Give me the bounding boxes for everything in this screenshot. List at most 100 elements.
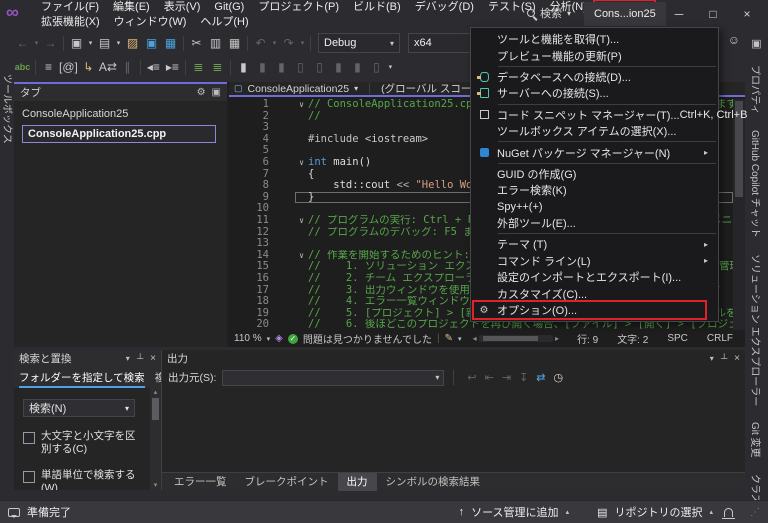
- bottom-panel-tab[interactable]: エラー一覧: [165, 473, 236, 491]
- minimize-button[interactable]: ─: [662, 0, 696, 27]
- side-tab[interactable]: Git 変更: [749, 422, 764, 458]
- uncomment-icon[interactable]: ≣: [208, 57, 227, 78]
- side-tab[interactable]: ソリューション エクスプローラー: [749, 254, 764, 406]
- copy-icon[interactable]: ▥: [206, 33, 225, 54]
- menu-item-get-tools[interactable]: ツールと機能を取得(T)...: [471, 31, 718, 47]
- fold-collapse-icon[interactable]: ∨: [295, 99, 308, 111]
- scrollbar-thumb[interactable]: [482, 336, 538, 341]
- close-icon[interactable]: ×: [734, 353, 740, 364]
- pin-icon[interactable]: ┬: [721, 354, 727, 364]
- add-new-item-dropdown[interactable]: ▾: [114, 33, 123, 54]
- menubar-item[interactable]: デバッグ(D): [408, 0, 481, 15]
- menu-item-preview-features[interactable]: プレビュー機能の更新(P): [471, 47, 718, 63]
- prev-message-icon[interactable]: ⇤: [485, 371, 494, 384]
- undo-dropdown[interactable]: ▾: [270, 33, 279, 54]
- wrap-output-icon[interactable]: ↩: [467, 371, 476, 384]
- toggle-bookmark-icon[interactable]: ▮: [234, 57, 253, 78]
- redo-icon[interactable]: ↷: [279, 33, 298, 54]
- zoom-level-dropdown[interactable]: 110 %: [234, 333, 262, 344]
- menubar-item[interactable]: 拡張機能(X): [34, 15, 107, 30]
- maximize-button[interactable]: □: [696, 0, 730, 27]
- tab-find-in-files[interactable]: フォルダーを指定して検索: [19, 370, 145, 388]
- find-what-dropdown[interactable]: 検索(N) ▾: [23, 399, 135, 417]
- menu-item-create-guid[interactable]: GUID の作成(G): [471, 166, 718, 182]
- add-new-item-icon[interactable]: ▤: [95, 33, 114, 54]
- find-panel-scrollbar[interactable]: ▴ ▾: [150, 388, 161, 490]
- side-tab[interactable]: GitHub Copilot チャット: [749, 130, 764, 238]
- menu-item-spy-plus-plus[interactable]: Spy++(+): [471, 199, 718, 215]
- menu-item-choose-toolbox-items[interactable]: ツールボックス アイテムの選択(X)...: [471, 123, 718, 139]
- menu-item-theme[interactable]: テーマ (T) ▸: [471, 236, 718, 252]
- bottom-panel-tab[interactable]: ブレークポイント: [236, 473, 338, 491]
- fold-collapse-icon[interactable]: ∨: [295, 157, 308, 169]
- redo-dropdown[interactable]: ▾: [298, 33, 307, 54]
- paste-icon[interactable]: ▦: [225, 33, 244, 54]
- menu-item-command-line[interactable]: コマンド ライン(L) ▸: [471, 253, 718, 269]
- feedback-bubble-icon[interactable]: [8, 507, 20, 518]
- close-button[interactable]: ×: [730, 0, 764, 27]
- nav-back-dropdown[interactable]: ▾: [32, 33, 41, 54]
- menubar-item[interactable]: プロジェクト(P): [251, 0, 346, 15]
- accessibility-icon[interactable]: ◈: [275, 333, 283, 344]
- chevron-down-icon[interactable]: ▾: [126, 354, 130, 363]
- autoscroll-icon[interactable]: ⇄: [536, 371, 545, 384]
- menubar-item[interactable]: ファイル(F): [34, 0, 106, 15]
- menubar-item[interactable]: ヘルプ(H): [193, 15, 255, 30]
- menu-item-import-export-settings[interactable]: 設定のインポートとエクスポート(I)...: [471, 269, 718, 285]
- column-select-icon[interactable]: ∥: [118, 57, 137, 78]
- line-ending-indicator[interactable]: CRLF: [700, 333, 740, 344]
- close-icon[interactable]: ×: [150, 353, 156, 364]
- menubar-item[interactable]: Git(G): [207, 0, 251, 15]
- menubar-item[interactable]: 編集(E): [106, 0, 157, 15]
- history-icon[interactable]: ◷: [554, 371, 564, 384]
- menu-item-code-snippets-manager[interactable]: コード スニペット マネージャー(T)... Ctrl+K, Ctrl+B: [471, 107, 747, 123]
- next-message-icon[interactable]: ⇥: [502, 371, 511, 384]
- menu-item-options[interactable]: ⚙ オプション(O)...: [471, 299, 718, 321]
- bottom-panel-tab[interactable]: 出力: [337, 472, 377, 491]
- project-dropdown[interactable]: ConsoleApplication25: [248, 83, 350, 95]
- menu-item-connect-server[interactable]: サーバーへの接続(S)...: [471, 85, 718, 101]
- indent-increase-icon[interactable]: ▸≡: [163, 57, 182, 78]
- gear-icon[interactable]: ⚙: [197, 87, 206, 98]
- comment-icon[interactable]: ≣: [189, 57, 208, 78]
- scroll-left-icon[interactable]: ◂: [473, 334, 477, 343]
- scroll-down-icon[interactable]: ▾: [150, 481, 161, 489]
- pin-icon[interactable]: ┬: [137, 354, 143, 364]
- new-project-dropdown[interactable]: ▾: [86, 33, 95, 54]
- account-icon[interactable]: ☺: [728, 33, 740, 47]
- checkbox[interactable]: [23, 432, 35, 444]
- resize-grip[interactable]: ⋰: [750, 507, 760, 518]
- toolbar-overflow-dropdown[interactable]: ▾: [386, 57, 395, 78]
- line-display-icon[interactable]: ≡: [39, 57, 58, 78]
- select-repository-button[interactable]: リポジトリの選択: [614, 504, 702, 520]
- popout-icon[interactable]: ▣: [751, 37, 761, 50]
- quick-search[interactable]: 検索 ▾: [527, 5, 571, 21]
- pen-icon[interactable]: ✎: [445, 333, 453, 344]
- cut-icon[interactable]: ✂: [187, 33, 206, 54]
- output-source-dropdown[interactable]: ▾: [222, 369, 445, 386]
- open-file-icon[interactable]: ▨: [123, 33, 142, 54]
- prev-bookmark-icon[interactable]: ▮: [253, 57, 272, 78]
- menubar-item[interactable]: ウィンドウ(W): [107, 15, 194, 30]
- chevron-down-icon[interactable]: ▾: [710, 354, 714, 363]
- goto-line-icon[interactable]: ↳: [79, 57, 98, 78]
- change-case-icon[interactable]: A⇄: [98, 57, 118, 78]
- editor-vertical-scrollbar[interactable]: [733, 99, 745, 330]
- clear-output-icon[interactable]: ↧: [519, 371, 528, 384]
- scroll-up-icon[interactable]: ▴: [150, 388, 161, 396]
- next-bookmark-icon[interactable]: ▮: [272, 57, 291, 78]
- scrollbar-thumb[interactable]: [152, 398, 159, 420]
- nav-back-icon[interactable]: ←: [13, 33, 32, 54]
- fold-collapse-icon[interactable]: ∨: [295, 250, 308, 262]
- checkbox[interactable]: [23, 471, 35, 483]
- menu-item-error-lookup[interactable]: エラー検索(K): [471, 182, 718, 198]
- menu-item-customize[interactable]: カスタマイズ(C)...: [471, 285, 718, 301]
- indent-decrease-icon[interactable]: ◂≡: [144, 57, 163, 78]
- side-tab[interactable]: プロパティ: [749, 65, 764, 114]
- solution-configuration-dropdown[interactable]: Debug ▾: [318, 33, 400, 53]
- next-bookmark-folder-icon[interactable]: ▯: [310, 57, 329, 78]
- space-mode-indicator[interactable]: SPC: [660, 333, 695, 344]
- bottom-panel-tab[interactable]: シンボルの検索結果: [377, 473, 490, 491]
- add-to-source-control-button[interactable]: ソース管理に追加: [471, 504, 558, 520]
- editor-horizontal-scrollbar[interactable]: ◂ ▸: [473, 334, 560, 343]
